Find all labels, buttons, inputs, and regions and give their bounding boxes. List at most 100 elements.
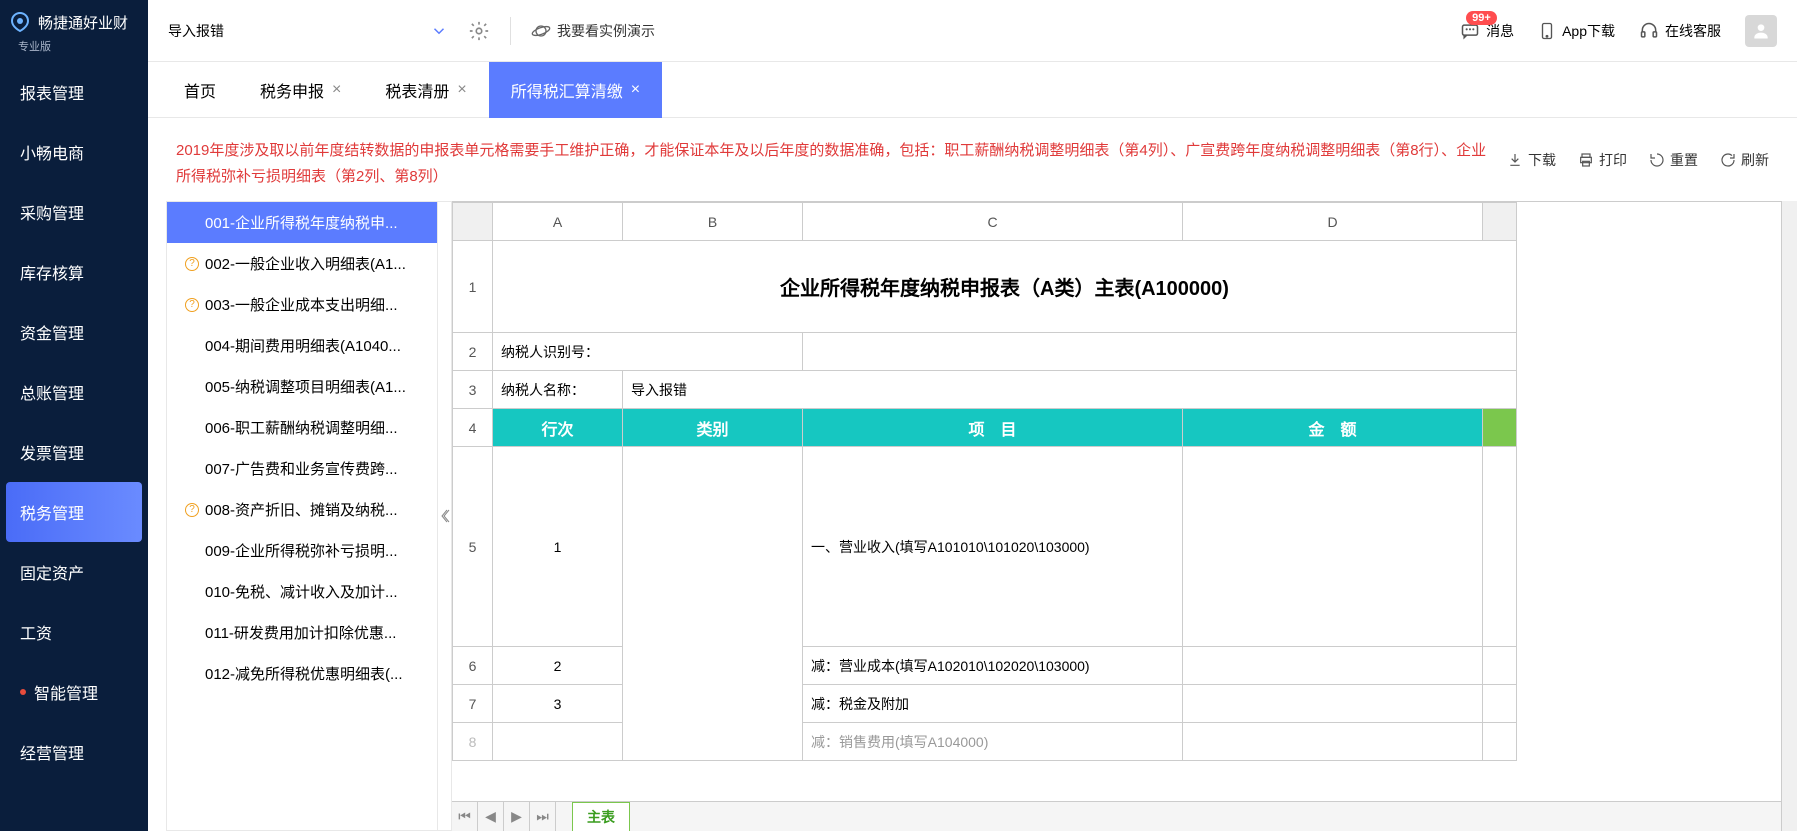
- form-item-3[interactable]: 004-期间费用明细表(A1040...: [167, 325, 437, 366]
- sidebar-item-7[interactable]: 税务管理: [6, 482, 142, 542]
- tab-1[interactable]: 税务申报×: [238, 62, 363, 118]
- cell-amount-4[interactable]: [1183, 723, 1483, 761]
- form-item-5[interactable]: 006-职工薪酬纳税调整明细...: [167, 407, 437, 448]
- form-item-7[interactable]: ?008-资产折旧、摊销及纳税...: [167, 489, 437, 530]
- sidebar-item-4[interactable]: 资金管理: [0, 302, 148, 362]
- cell-item-1[interactable]: 一、营业收入(填写A101010\101020\103000): [803, 447, 1183, 647]
- collapse-handle[interactable]: [438, 201, 452, 831]
- cell-line-4[interactable]: [493, 723, 623, 761]
- cell-item-3[interactable]: 减：税金及附加: [803, 685, 1183, 723]
- form-item-6[interactable]: 007-广告费和业务宣传费跨...: [167, 448, 437, 489]
- row-header-1[interactable]: 1: [453, 241, 493, 333]
- col-header-C[interactable]: C: [803, 203, 1183, 241]
- cell-line-3[interactable]: 3: [493, 685, 623, 723]
- taxpayer-id-label[interactable]: 纳税人识别号：: [493, 333, 803, 371]
- sidebar-item-label: 智能管理: [34, 680, 98, 704]
- app-download-button[interactable]: App下载: [1538, 21, 1615, 41]
- sheet-nav-next[interactable]: ▶: [504, 801, 530, 831]
- row-header-7[interactable]: 7: [453, 685, 493, 723]
- form-item-label: 004-期间费用明细表(A1040...: [205, 335, 401, 356]
- header-item[interactable]: 项 目: [803, 409, 1183, 447]
- sidebar-item-label: 工资: [20, 620, 52, 644]
- form-item-0[interactable]: 001-企业所得税年度纳税申...: [167, 202, 437, 243]
- download-button[interactable]: 下载: [1507, 150, 1556, 170]
- logo-icon: [8, 10, 32, 34]
- refresh-button[interactable]: 刷新: [1720, 150, 1769, 170]
- online-service-button[interactable]: 在线客服: [1639, 21, 1721, 41]
- header-line[interactable]: 行次: [493, 409, 623, 447]
- sidebar-item-10[interactable]: 智能管理: [0, 662, 148, 722]
- vertical-scrollbar[interactable]: [1781, 201, 1797, 831]
- col-header-extra[interactable]: [1483, 203, 1517, 241]
- sidebar-item-0[interactable]: 报表管理: [0, 62, 148, 122]
- org-dropdown[interactable]: 导入报错: [168, 21, 448, 41]
- row-header-2[interactable]: 2: [453, 333, 493, 371]
- header-category[interactable]: 类别: [623, 409, 803, 447]
- tab-3[interactable]: 所得税汇算清缴 ×: [489, 62, 662, 118]
- sidebar-item-11[interactable]: 经营管理: [0, 722, 148, 782]
- cell-line-2[interactable]: 2: [493, 647, 623, 685]
- sidebar-item-9[interactable]: 工资: [0, 602, 148, 662]
- header-amount[interactable]: 金 额: [1183, 409, 1483, 447]
- tab-0[interactable]: 首页: [162, 62, 238, 118]
- form-item-10[interactable]: 011-研发费用加计扣除优惠...: [167, 612, 437, 653]
- org-dropdown-label: 导入报错: [168, 21, 224, 41]
- col-header-D[interactable]: D: [1183, 203, 1483, 241]
- sheet-tab-main[interactable]: 主表: [572, 802, 630, 831]
- cell-line-1[interactable]: 1: [493, 447, 623, 647]
- row-header-4[interactable]: 4: [453, 409, 493, 447]
- sheet-nav-last[interactable]: ⏭: [530, 801, 556, 831]
- reset-button[interactable]: 重置: [1649, 150, 1698, 170]
- cell-extra-4[interactable]: [1483, 723, 1517, 761]
- sheet-title[interactable]: 企业所得税年度纳税申报表（A类）主表(A100000): [493, 241, 1517, 333]
- close-icon[interactable]: ×: [332, 81, 341, 99]
- row-header-8[interactable]: 8: [453, 723, 493, 761]
- taxpayer-id-value[interactable]: [803, 333, 1517, 371]
- sheet-table[interactable]: A B C D 1 企业所得税年度纳税申报表（A类）主表(A100000): [452, 202, 1517, 761]
- avatar[interactable]: [1745, 15, 1777, 47]
- cell-item-4[interactable]: 减：销售费用(填写A104000): [803, 723, 1183, 761]
- form-item-1[interactable]: ?002-一般企业收入明细表(A1...: [167, 243, 437, 284]
- form-item-8[interactable]: 009-企业所得税弥补亏损明...: [167, 530, 437, 571]
- close-icon[interactable]: ×: [457, 81, 466, 99]
- sidebar-item-1[interactable]: 小畅电商: [0, 122, 148, 182]
- sheet-corner[interactable]: [453, 203, 493, 241]
- demo-link[interactable]: 我要看实例演示: [531, 21, 655, 41]
- row-header-3[interactable]: 3: [453, 371, 493, 409]
- taxpayer-name-label[interactable]: 纳税人名称：: [493, 371, 623, 409]
- row-header-6[interactable]: 6: [453, 647, 493, 685]
- gear-icon[interactable]: [468, 19, 490, 42]
- notification-dot: [20, 689, 26, 695]
- close-icon[interactable]: ×: [631, 81, 640, 99]
- tab-2[interactable]: 税表清册×: [363, 62, 488, 118]
- print-button[interactable]: 打印: [1578, 150, 1627, 170]
- tab-label: 所得税汇算清缴: [511, 78, 623, 102]
- cell-extra-1[interactable]: [1483, 447, 1517, 647]
- form-item-4[interactable]: 005-纳税调整项目明细表(A1...: [167, 366, 437, 407]
- cell-item-2[interactable]: 减：营业成本(填写A102010\102020\103000): [803, 647, 1183, 685]
- col-header-A[interactable]: A: [493, 203, 623, 241]
- sidebar-item-6[interactable]: 发票管理: [0, 422, 148, 482]
- sidebar-item-8[interactable]: 固定资产: [0, 542, 148, 602]
- cell-extra-2[interactable]: [1483, 647, 1517, 685]
- form-item-9[interactable]: 010-免税、减计收入及加计...: [167, 571, 437, 612]
- col-header-B[interactable]: B: [623, 203, 803, 241]
- cell-category-merged[interactable]: [623, 447, 803, 761]
- sheet-nav-first[interactable]: ⏮: [452, 801, 478, 831]
- cell-amount-3[interactable]: [1183, 685, 1483, 723]
- taxpayer-name-value[interactable]: 导入报错: [623, 371, 1517, 409]
- form-item-label: 011-研发费用加计扣除优惠...: [205, 622, 396, 643]
- row-header-5[interactable]: 5: [453, 447, 493, 647]
- sheet-nav-prev[interactable]: ◀: [478, 801, 504, 831]
- form-item-11[interactable]: 012-减免所得税优惠明细表(...: [167, 653, 437, 694]
- header-extra[interactable]: [1483, 409, 1517, 447]
- form-item-2[interactable]: ?003-一般企业成本支出明细...: [167, 284, 437, 325]
- cell-amount-1[interactable]: [1183, 447, 1483, 647]
- sidebar-item-5[interactable]: 总账管理: [0, 362, 148, 422]
- sidebar-item-3[interactable]: 库存核算: [0, 242, 148, 302]
- topbar: 导入报错 我要看实例演示 99+: [148, 0, 1797, 62]
- cell-extra-3[interactable]: [1483, 685, 1517, 723]
- message-button[interactable]: 99+ 消息: [1460, 21, 1514, 41]
- cell-amount-2[interactable]: [1183, 647, 1483, 685]
- sidebar-item-2[interactable]: 采购管理: [0, 182, 148, 242]
